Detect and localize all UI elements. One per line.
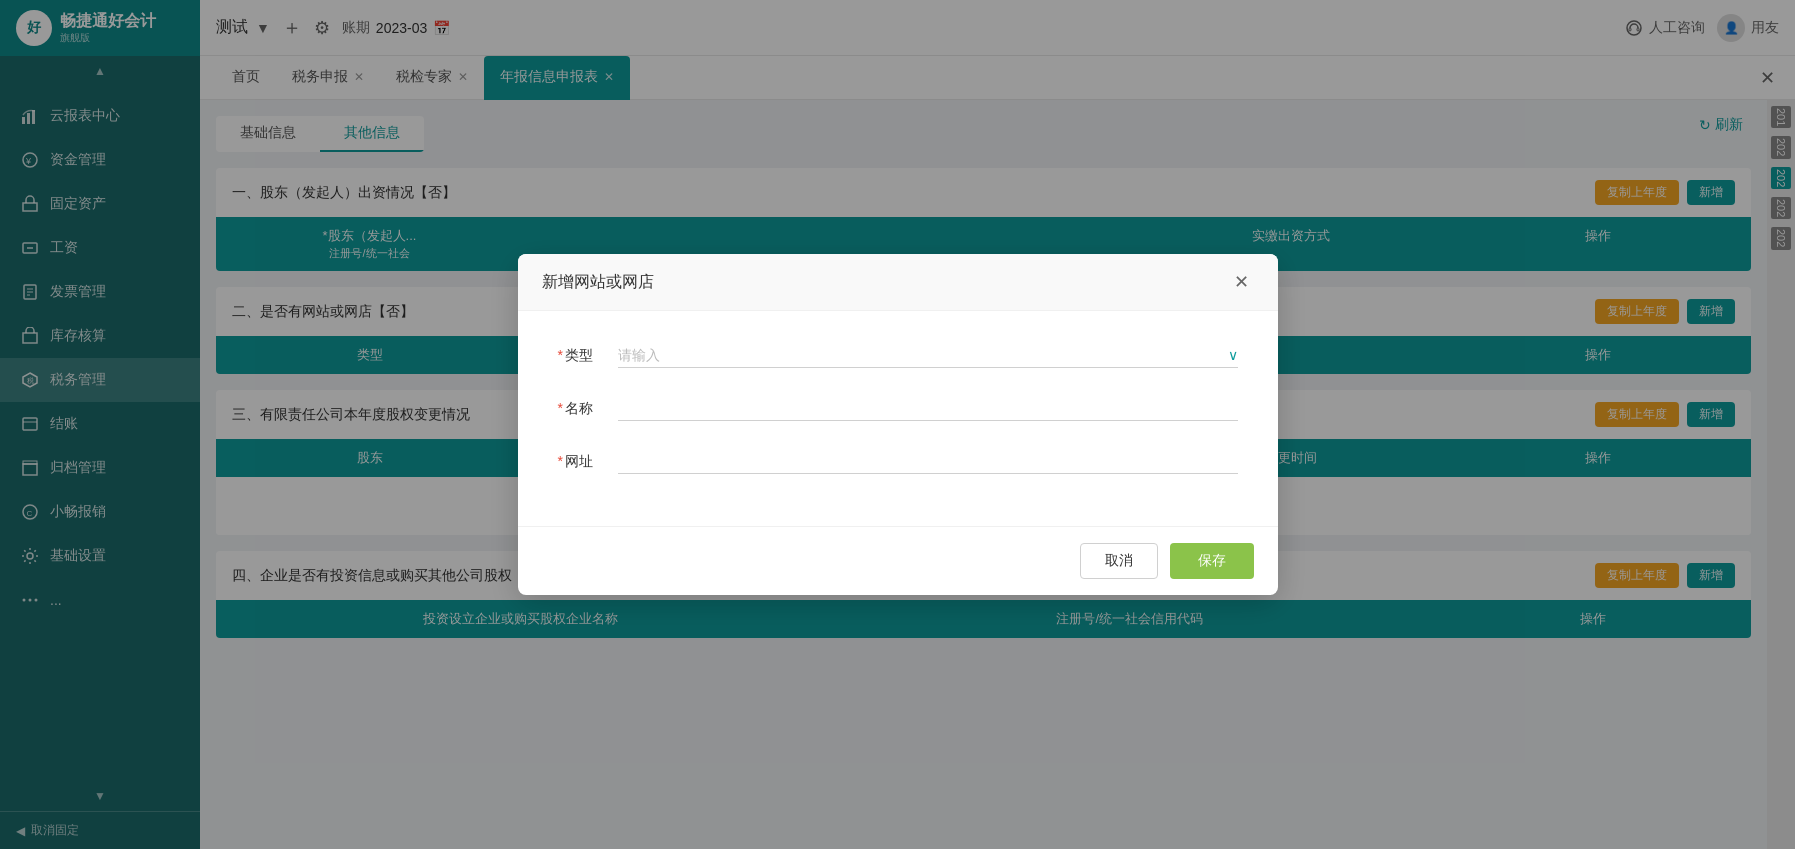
name-input-wrapper: [618, 396, 1238, 421]
modal-title: 新增网站或网店: [542, 272, 654, 293]
url-label: *网址: [558, 453, 618, 471]
type-input-wrapper: ∨: [618, 343, 1238, 368]
modal-header: 新增网站或网店 ✕: [518, 254, 1278, 311]
modal-body: *类型 ∨ *名称 *网址: [518, 311, 1278, 526]
form-row-name: *名称: [558, 396, 1238, 421]
form-row-url: *网址: [558, 449, 1238, 474]
name-input[interactable]: [618, 400, 1238, 416]
modal-close-button[interactable]: ✕: [1230, 270, 1254, 294]
modal-add-website: 新增网站或网店 ✕ *类型 ∨ *名称: [518, 254, 1278, 595]
save-button[interactable]: 保存: [1170, 543, 1254, 579]
type-input[interactable]: [618, 347, 1228, 363]
form-row-type: *类型 ∨: [558, 343, 1238, 368]
url-input[interactable]: [618, 453, 1238, 469]
url-input-wrapper: [618, 449, 1238, 474]
modal-overlay[interactable]: 新增网站或网店 ✕ *类型 ∨ *名称: [0, 0, 1795, 849]
modal-footer: 取消 保存: [518, 526, 1278, 595]
type-label: *类型: [558, 347, 618, 365]
type-dropdown-arrow[interactable]: ∨: [1228, 347, 1238, 363]
name-label: *名称: [558, 400, 618, 418]
cancel-button[interactable]: 取消: [1080, 543, 1158, 579]
